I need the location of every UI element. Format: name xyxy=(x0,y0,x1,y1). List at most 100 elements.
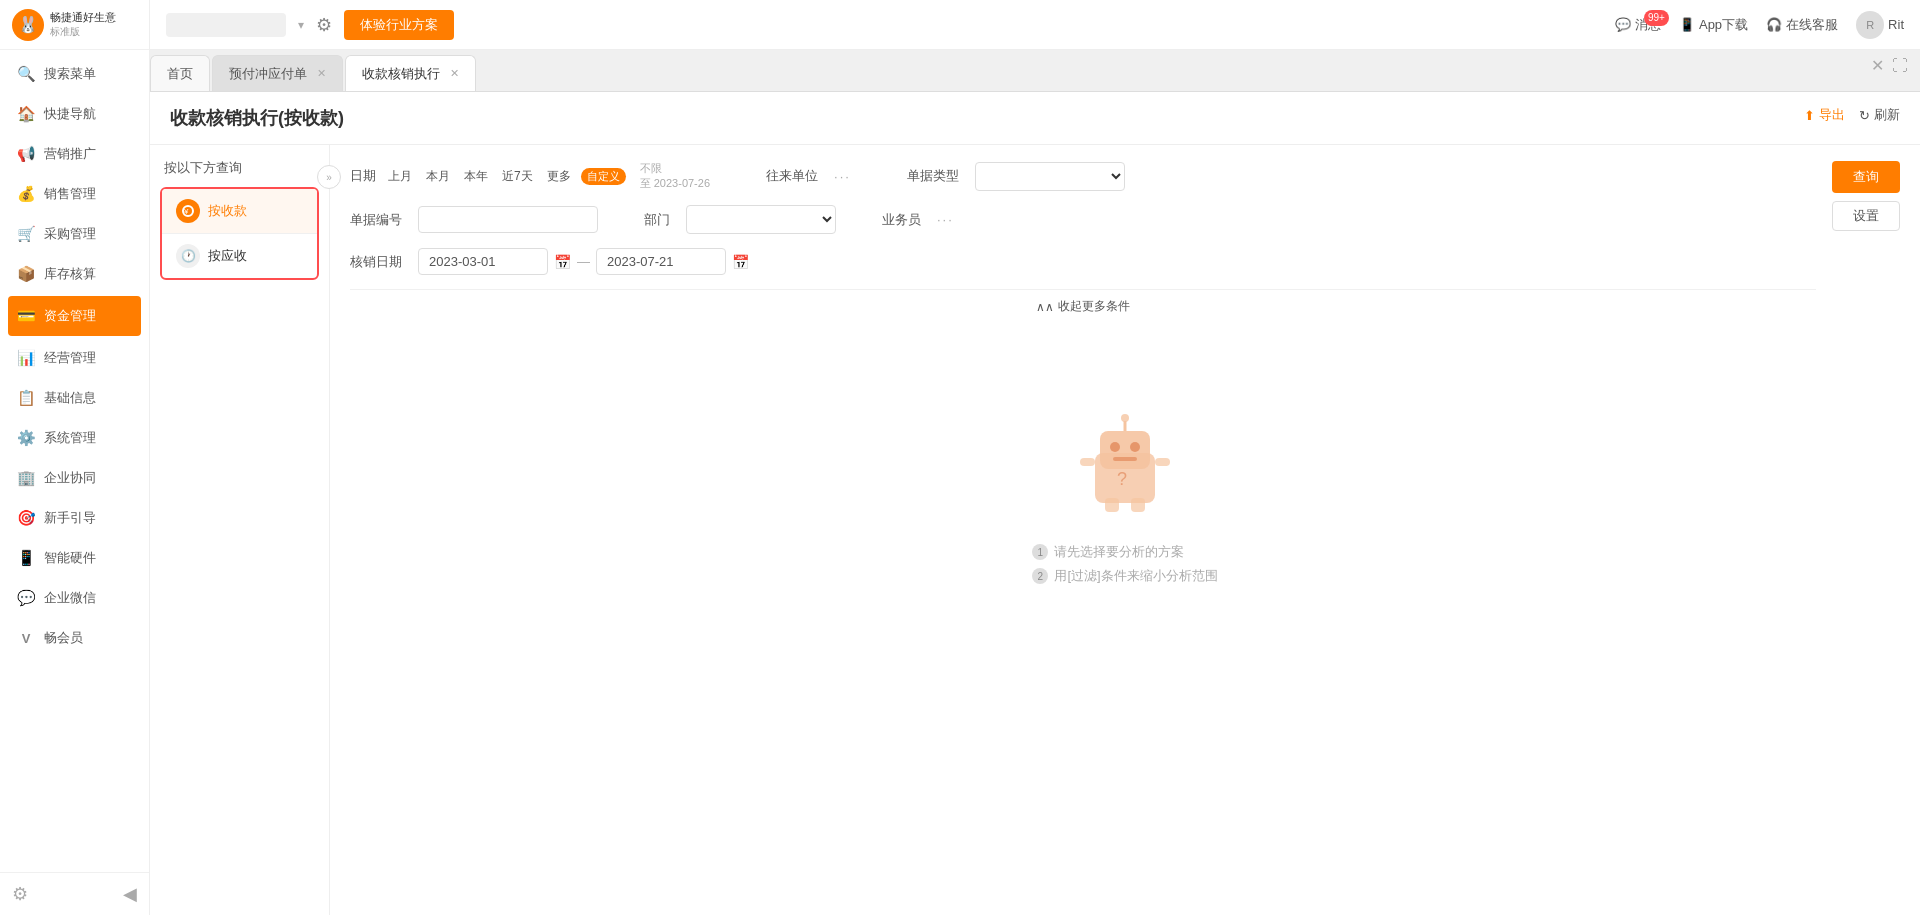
filter-receivable-label: 按应收 xyxy=(208,247,247,265)
dept-select[interactable] xyxy=(686,205,836,234)
date-more[interactable]: 更多 xyxy=(543,166,575,187)
svg-point-5 xyxy=(1130,442,1140,452)
sidebar-item-enterprise[interactable]: 🏢 企业协同 xyxy=(0,458,149,498)
filter-sidebar: 按以下方查询 » ¥ 按收款 xyxy=(150,145,330,915)
export-label: 导出 xyxy=(1819,106,1845,124)
system-icon: ⚙️ xyxy=(16,428,36,448)
date-this-month[interactable]: 本月 xyxy=(422,166,454,187)
guide-icon: 🎯 xyxy=(16,508,36,528)
empty-tip-2: 2 用[过滤]条件来缩小分析范围 xyxy=(1032,567,1217,585)
tab-receipt-close[interactable]: ✕ xyxy=(450,67,459,80)
filter-by-receipt[interactable]: ¥ 按收款 xyxy=(162,189,317,233)
verify-date-end-icon[interactable]: 📅 xyxy=(732,254,749,270)
verify-date-end-input[interactable] xyxy=(596,248,726,275)
refresh-label: 刷新 xyxy=(1874,106,1900,124)
filter-sidebar-collapse-btn[interactable]: » xyxy=(317,165,341,189)
topbar-settings-icon[interactable]: ⚙ xyxy=(316,14,332,36)
staff-dots[interactable]: ··· xyxy=(937,212,954,227)
sidebar-item-system[interactable]: ⚙️ 系统管理 xyxy=(0,418,149,458)
dept-field: 部门 xyxy=(644,205,836,234)
query-button[interactable]: 查询 xyxy=(1832,161,1900,193)
sidebar-item-basic[interactable]: 📋 基础信息 xyxy=(0,378,149,418)
topbar-dropdown-icon[interactable]: ▾ xyxy=(298,18,304,32)
voucher-type-select[interactable] xyxy=(975,162,1125,191)
empty-tips: 1 请先选择要分析的方案 2 用[过滤]条件来缩小分析范围 xyxy=(1032,543,1217,591)
sidebar-item-member-label: 畅会员 xyxy=(44,629,83,647)
sidebar-item-marketing-label: 营销推广 xyxy=(44,145,96,163)
service-button[interactable]: 🎧 在线客服 xyxy=(1766,16,1838,34)
counterparty-dots[interactable]: ··· xyxy=(834,169,851,184)
sidebar-item-operation[interactable]: 📊 经营管理 xyxy=(0,338,149,378)
filter-sidebar-title: 按以下方查询 xyxy=(150,159,329,187)
sidebar-settings-icon[interactable]: ⚙ xyxy=(12,883,28,905)
voucher-no-input[interactable] xyxy=(418,206,598,233)
main-content: ▾ ⚙ 体验行业方案 💬 消息 99+ 📱 App下载 🎧 在线客服 R Rit xyxy=(150,0,1920,915)
voucher-no-label: 单据编号 xyxy=(350,211,402,229)
tab-home-label: 首页 xyxy=(167,65,193,83)
sidebar-item-search[interactable]: 🔍 搜索菜单 xyxy=(0,54,149,94)
page-content: 收款核销执行(按收款) ⬆ 导出 ↻ 刷新 按以下方查询 » xyxy=(150,92,1920,915)
tab-home[interactable]: 首页 xyxy=(150,55,210,91)
tab-expand-button[interactable]: ⛶ xyxy=(1892,56,1908,75)
tab-close-all-button[interactable]: ✕ xyxy=(1871,56,1884,75)
query-row-1-wrap: 日期 上月 本月 本年 近7天 更多 自定义 xyxy=(350,161,1900,323)
collapse-icon: ∧∧ xyxy=(1036,300,1054,314)
sidebar-item-guide[interactable]: 🎯 新手引导 xyxy=(0,498,149,538)
hardware-icon: 📱 xyxy=(16,548,36,568)
date-7days[interactable]: 近7天 xyxy=(498,166,537,187)
settings-button[interactable]: 设置 xyxy=(1832,201,1900,231)
logo-sub: 标准版 xyxy=(50,25,116,39)
collapse-more-btn[interactable]: ∧∧ 收起更多条件 xyxy=(350,289,1816,323)
app-download-button[interactable]: 📱 App下载 xyxy=(1679,16,1748,34)
verify-date-start-icon[interactable]: 📅 xyxy=(554,254,571,270)
sidebar-item-purchase[interactable]: 🛒 采购管理 xyxy=(0,214,149,254)
date-custom-badge[interactable]: 自定义 xyxy=(581,168,626,185)
tab-receipt[interactable]: 收款核销执行 ✕ xyxy=(345,55,476,91)
topbar-right: 💬 消息 99+ 📱 App下载 🎧 在线客服 R Rit xyxy=(1615,11,1904,39)
sidebar-item-hardware[interactable]: 📱 智能硬件 xyxy=(0,538,149,578)
export-icon: ⬆ xyxy=(1804,108,1815,123)
sidebar-item-inventory[interactable]: 📦 库存核算 xyxy=(0,254,149,294)
sidebar-item-marketing[interactable]: 📢 营销推广 xyxy=(0,134,149,174)
date-last-month[interactable]: 上月 xyxy=(384,166,416,187)
message-icon: 💬 xyxy=(1615,17,1631,32)
sidebar-item-wechat[interactable]: 💬 企业微信 xyxy=(0,578,149,618)
date-field: 日期 上月 本月 本年 近7天 更多 自定义 xyxy=(350,161,710,191)
member-icon: V xyxy=(16,628,36,648)
sidebar-collapse-icon[interactable]: ◀ xyxy=(123,883,137,905)
sidebar-item-system-label: 系统管理 xyxy=(44,429,96,447)
dept-label: 部门 xyxy=(644,211,670,229)
tab-prepay[interactable]: 预付冲应付单 ✕ xyxy=(212,55,343,91)
query-row-3: 核销日期 📅 — 📅 xyxy=(350,248,1816,275)
refresh-button[interactable]: ↻ 刷新 xyxy=(1859,106,1900,124)
solution-button[interactable]: 体验行业方案 xyxy=(344,10,454,40)
message-badge: 99+ xyxy=(1644,10,1669,26)
tip1-text: 请先选择要分析的方案 xyxy=(1054,543,1184,561)
user-profile[interactable]: R Rit xyxy=(1856,11,1904,39)
filter-by-receivable[interactable]: 🕐 按应收 xyxy=(162,234,317,278)
tip1-num: 1 xyxy=(1032,544,1048,560)
date-label: 日期 xyxy=(350,167,376,185)
date-this-year[interactable]: 本年 xyxy=(460,166,492,187)
filter-receivable-icon: 🕐 xyxy=(176,244,200,268)
sidebar-logo: 🐰 畅捷通好生意 标准版 xyxy=(0,0,149,50)
empty-tip-1: 1 请先选择要分析的方案 xyxy=(1032,543,1217,561)
sidebar-item-fund[interactable]: 💳 资金管理 xyxy=(8,296,141,336)
svg-rect-11 xyxy=(1105,498,1119,512)
verify-date-start-input[interactable] xyxy=(418,248,548,275)
filter-options-box: ¥ 按收款 🕐 按应收 xyxy=(160,187,319,280)
sidebar-item-quick-nav[interactable]: 🏠 快捷导航 xyxy=(0,94,149,134)
logo-icon: 🐰 xyxy=(12,9,44,41)
logo-text-wrap: 畅捷通好生意 标准版 xyxy=(50,10,116,39)
message-button[interactable]: 💬 消息 99+ xyxy=(1615,16,1661,34)
counterparty-field: 往来单位 ··· xyxy=(766,167,851,185)
sidebar-item-wechat-label: 企业微信 xyxy=(44,589,96,607)
search-icon: 🔍 xyxy=(16,64,36,84)
voucher-no-field: 单据编号 xyxy=(350,206,598,233)
query-action-buttons: 查询 设置 xyxy=(1832,161,1900,231)
tab-prepay-close[interactable]: ✕ xyxy=(317,67,326,80)
sidebar-item-sales[interactable]: 💰 销售管理 xyxy=(0,174,149,214)
sidebar-item-member[interactable]: V 畅会员 xyxy=(0,618,149,658)
export-button[interactable]: ⬆ 导出 xyxy=(1804,106,1845,124)
sidebar: 🐰 畅捷通好生意 标准版 🔍 搜索菜单 🏠 快捷导航 📢 营销推广 💰 销售管理… xyxy=(0,0,150,915)
